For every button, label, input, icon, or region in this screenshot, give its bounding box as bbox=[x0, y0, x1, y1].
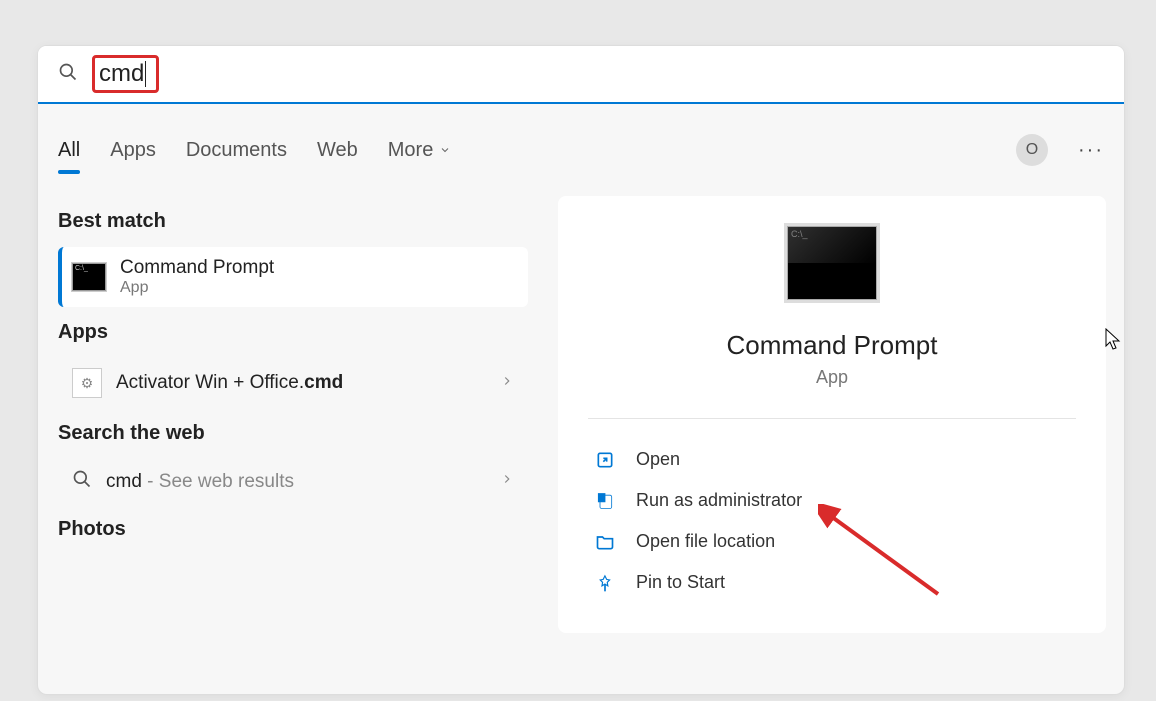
action-pin-to-start[interactable]: Pin to Start bbox=[588, 562, 1076, 603]
preview-subtitle: App bbox=[588, 367, 1076, 388]
action-label: Run as administrator bbox=[636, 490, 802, 511]
batch-file-icon: ⚙ bbox=[72, 368, 102, 398]
tab-all[interactable]: All bbox=[58, 139, 80, 162]
section-web: Search the web bbox=[58, 422, 528, 445]
section-best-match: Best match bbox=[58, 210, 528, 233]
action-label: Open bbox=[636, 449, 680, 470]
preview-pane: Command Prompt App Open Run a bbox=[558, 196, 1106, 633]
divider bbox=[588, 418, 1076, 419]
search-bar: cmd bbox=[38, 46, 1124, 104]
search-input-highlight: cmd bbox=[92, 55, 159, 93]
chevron-right-icon bbox=[500, 472, 514, 491]
folder-icon bbox=[594, 532, 616, 552]
action-label: Open file location bbox=[636, 531, 775, 552]
result-title: cmd - See web results bbox=[106, 471, 294, 493]
chevron-right-icon bbox=[500, 374, 514, 393]
action-open[interactable]: Open bbox=[588, 439, 1076, 480]
result-web-search[interactable]: cmd - See web results bbox=[58, 459, 528, 504]
start-search-panel: cmd All Apps Documents Web More O ··· Be… bbox=[37, 45, 1125, 695]
results-column: Best match Command Prompt App Apps ⚙ Act… bbox=[38, 196, 548, 633]
more-options-button[interactable]: ··· bbox=[1078, 139, 1104, 162]
text-caret bbox=[145, 61, 146, 87]
tab-documents[interactable]: Documents bbox=[186, 139, 287, 162]
preview-title: Command Prompt bbox=[588, 330, 1076, 361]
result-command-prompt[interactable]: Command Prompt App bbox=[58, 247, 528, 307]
pin-icon bbox=[594, 573, 616, 593]
chevron-down-icon bbox=[439, 144, 451, 156]
tab-apps[interactable]: Apps bbox=[110, 139, 156, 162]
action-open-file-location[interactable]: Open file location bbox=[588, 521, 1076, 562]
command-prompt-icon bbox=[72, 263, 106, 291]
open-icon bbox=[594, 450, 616, 470]
result-title: Command Prompt bbox=[120, 257, 274, 279]
tab-more[interactable]: More bbox=[388, 139, 452, 162]
action-label: Pin to Start bbox=[636, 572, 725, 593]
result-title: Activator Win + Office.cmd bbox=[116, 372, 343, 394]
preview-app-icon bbox=[787, 226, 877, 300]
shield-icon bbox=[594, 491, 616, 511]
tab-more-label: More bbox=[388, 139, 434, 162]
user-avatar[interactable]: O bbox=[1016, 134, 1048, 166]
section-photos: Photos bbox=[58, 518, 528, 541]
result-subtitle: App bbox=[120, 279, 274, 297]
result-activator[interactable]: ⚙ Activator Win + Office.cmd bbox=[58, 358, 528, 408]
tab-web[interactable]: Web bbox=[317, 139, 358, 162]
search-icon bbox=[72, 469, 92, 494]
section-apps: Apps bbox=[58, 321, 528, 344]
search-input[interactable]: cmd bbox=[99, 60, 144, 88]
search-icon bbox=[58, 62, 78, 87]
action-run-as-administrator[interactable]: Run as administrator bbox=[588, 480, 1076, 521]
filter-tabs: All Apps Documents Web More O ··· bbox=[38, 104, 1124, 176]
